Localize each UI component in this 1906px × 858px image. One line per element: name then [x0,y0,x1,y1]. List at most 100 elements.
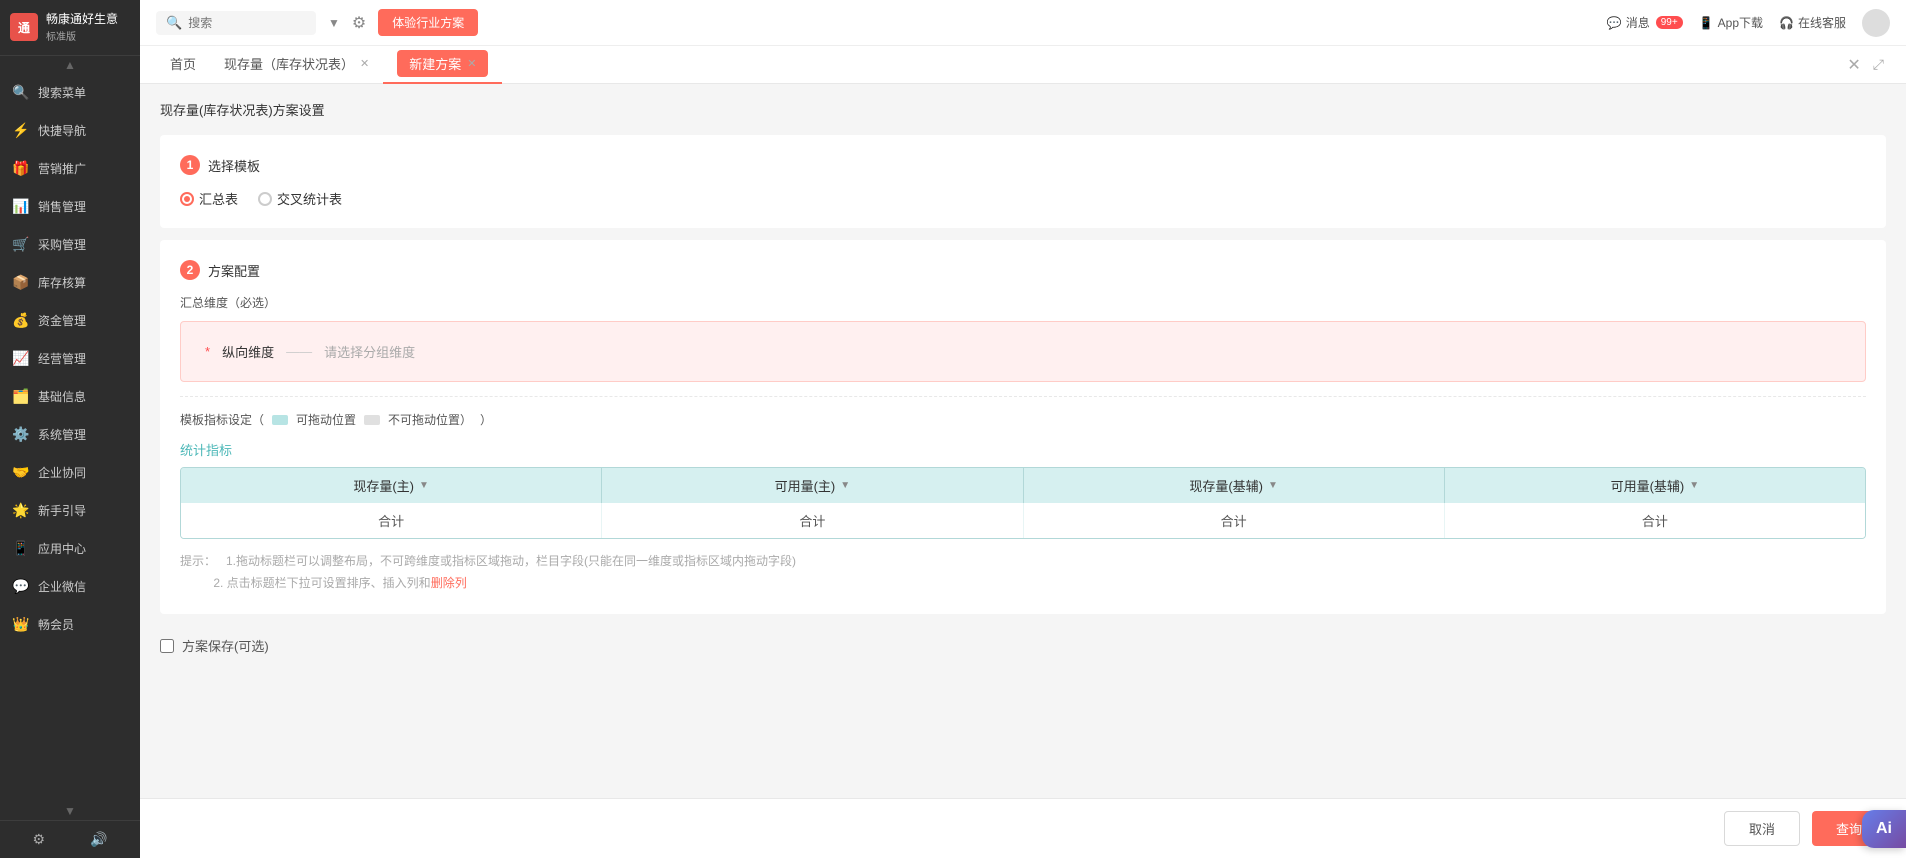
base-info-label: 基础信息 [38,388,86,405]
stats-col-1[interactable]: 现存量(主) ▼ [181,468,602,503]
stats-body-3: 合计 [1024,503,1445,538]
fixed-legend-label: 不可拖动位置） [388,411,472,428]
new-guide-icon: 🌟 [12,502,30,520]
purchase-label: 采购管理 [38,236,86,253]
stats-section-label: 统计指标 [180,440,1866,459]
search-box[interactable]: 🔍 [156,11,316,35]
logo-text: 畅康通好生意 标准版 [46,12,118,43]
section2-header: 2 方案配置 [180,260,1866,280]
sidebar-item-app-center[interactable]: 📱 应用中心 [0,530,140,568]
stats-col-3-chevron[interactable]: ▼ [1268,480,1278,491]
stats-col-4-label: 可用量(基辅) [1611,476,1685,495]
summary-dim-label: 汇总维度（必选） [180,294,1866,311]
sidebar-item-finance[interactable]: 💰 资金管理 [0,302,140,340]
topbar-right: 💬 消息 99+ 📱 App下载 🎧 在线客服 [1607,9,1890,37]
page-title: 现存量(库存状况表)方案设置 [160,100,1886,119]
sidebar-item-system[interactable]: ⚙️ 系统管理 [0,416,140,454]
support-icon: 🎧 [1779,16,1794,30]
sidebar-item-cooperation[interactable]: 🤝 企业协同 [0,454,140,492]
dim-dash: —— [286,344,312,359]
ai-fab[interactable]: Ai [1862,810,1906,848]
inventory-label: 库存核算 [38,274,86,291]
main-area: 🔍 ▼ ⚙ 体验行业方案 💬 消息 99+ 📱 App下载 🎧 在线客服 [140,0,1906,858]
section2-num: 2 [180,260,200,280]
logo-icon: 通 [10,13,38,41]
dropdown-icon[interactable]: ▼ [328,16,340,30]
sidebar-item-inventory[interactable]: 📦 库存核算 [0,264,140,302]
sidebar-item-purchase[interactable]: 🛒 采购管理 [0,226,140,264]
tab-inventory-close[interactable]: ✕ [360,57,369,70]
sidebar-scroll-down[interactable]: ▼ [0,802,140,820]
window-close-icon[interactable]: ✕ [1841,55,1866,75]
cancel-button[interactable]: 取消 [1724,811,1800,846]
sidebar-item-marketing[interactable]: 🎁 营销推广 [0,150,140,188]
topbar: 🔍 ▼ ⚙ 体验行业方案 💬 消息 99+ 📱 App下载 🎧 在线客服 [140,0,1906,46]
radio-summary-dot [184,196,190,202]
member-icon: 👑 [12,616,30,634]
sidebar-item-quick-nav[interactable]: ⚡ 快捷导航 [0,112,140,150]
settings-icon[interactable]: ⚙ [33,831,46,848]
business-label: 经营管理 [38,350,86,367]
quick-nav-label: 快捷导航 [38,122,86,139]
tab-new-scheme-close[interactable]: ✕ [467,57,476,70]
speaker-icon[interactable]: 🔊 [90,831,107,848]
stats-col-4[interactable]: 可用量(基辅) ▼ [1445,468,1865,503]
app-center-label: 应用中心 [38,540,86,557]
tip-1: 提示： 1.拖动标题栏可以调整布局，不可跨维度或指标区域拖动，栏目字段(只能在同… [180,551,1866,573]
app-download-btn[interactable]: 📱 App下载 [1699,14,1763,31]
tab-home[interactable]: 首页 [156,46,210,84]
stats-col-4-chevron[interactable]: ▼ [1689,480,1699,491]
tip-2: 2. 点击标题栏下拉可设置排序、插入列和删除列 [180,573,1866,595]
stats-col-2-chevron[interactable]: ▼ [840,480,850,491]
sidebar-item-sales[interactable]: 📊 销售管理 [0,188,140,226]
wechat-label: 企业微信 [38,578,86,595]
sidebar-item-wechat[interactable]: 💬 企业微信 [0,568,140,606]
section1-title: 选择模板 [208,156,260,175]
online-support-btn[interactable]: 🎧 在线客服 [1779,14,1846,31]
search-input[interactable] [188,16,288,30]
footer-bar: 取消 查询 [140,798,1906,858]
messages-btn[interactable]: 💬 消息 99+ [1607,14,1683,31]
sidebar-item-base-info[interactable]: 🗂️ 基础信息 [0,378,140,416]
radio-crosstab[interactable]: 交叉统计表 [258,189,342,208]
new-guide-label: 新手引导 [38,502,86,519]
section1-header: 1 选择模板 [180,155,1866,175]
sidebar: 通 畅康通好生意 标准版 ▲ 🔍 搜索菜单 ⚡ 快捷导航 🎁 营销推广 📊 销售… [0,0,140,858]
save-label[interactable]: 方案保存(可选) [182,636,269,655]
sidebar-scroll-up[interactable]: ▲ [0,56,140,74]
user-avatar[interactable] [1862,9,1890,37]
system-icon: ⚙️ [12,426,30,444]
messages-icon: 💬 [1607,16,1622,30]
radio-summary[interactable]: 汇总表 [180,189,238,208]
stats-body-1: 合计 [181,503,602,538]
sidebar-nav: 🔍 搜索菜单 ⚡ 快捷导航 🎁 营销推广 📊 销售管理 🛒 采购管理 📦 库存核… [0,74,140,802]
fixed-legend-box [364,415,380,425]
search-icon: 🔍 [12,84,30,102]
radio-summary-label: 汇总表 [199,189,238,208]
trial-btn[interactable]: 体验行业方案 [378,9,478,36]
sidebar-item-search[interactable]: 🔍 搜索菜单 [0,74,140,112]
save-checkbox[interactable] [160,639,174,653]
stats-col-3-label: 现存量(基辅) [1189,476,1263,495]
window-expand-icon[interactable]: ⤢ [1867,56,1890,73]
app-center-icon: 📱 [12,540,30,558]
indicator-settings-label: 模板指标设定（ [180,411,264,428]
search-label: 搜索菜单 [38,84,86,101]
purchase-icon: 🛒 [12,236,30,254]
radio-crosstab-label: 交叉统计表 [277,189,342,208]
stats-col-2[interactable]: 可用量(主) ▼ [602,468,1023,503]
content-area: 现存量(库存状况表)方案设置 1 选择模板 汇总表 交叉统计表 [140,84,1906,798]
stats-col-3[interactable]: 现存量(基辅) ▼ [1024,468,1445,503]
topbar-settings-icon[interactable]: ⚙ [352,13,366,33]
messages-badge: 99+ [1656,16,1683,29]
sidebar-item-business[interactable]: 📈 经营管理 [0,340,140,378]
sidebar-item-member[interactable]: 👑 畅会员 [0,606,140,644]
sidebar-logo: 通 畅康通好生意 标准版 [0,0,140,56]
dim-area[interactable]: * 纵向维度 —— 请选择分组维度 [180,321,1866,382]
stats-col-1-chevron[interactable]: ▼ [419,480,429,491]
tab-inventory-status[interactable]: 现存量（库存状况表） ✕ [210,46,383,84]
tab-new-scheme[interactable]: 新建方案 ✕ [383,46,502,84]
sidebar-item-new-guide[interactable]: 🌟 新手引导 [0,492,140,530]
stats-body-2: 合计 [602,503,1023,538]
radio-summary-circle [180,192,194,206]
